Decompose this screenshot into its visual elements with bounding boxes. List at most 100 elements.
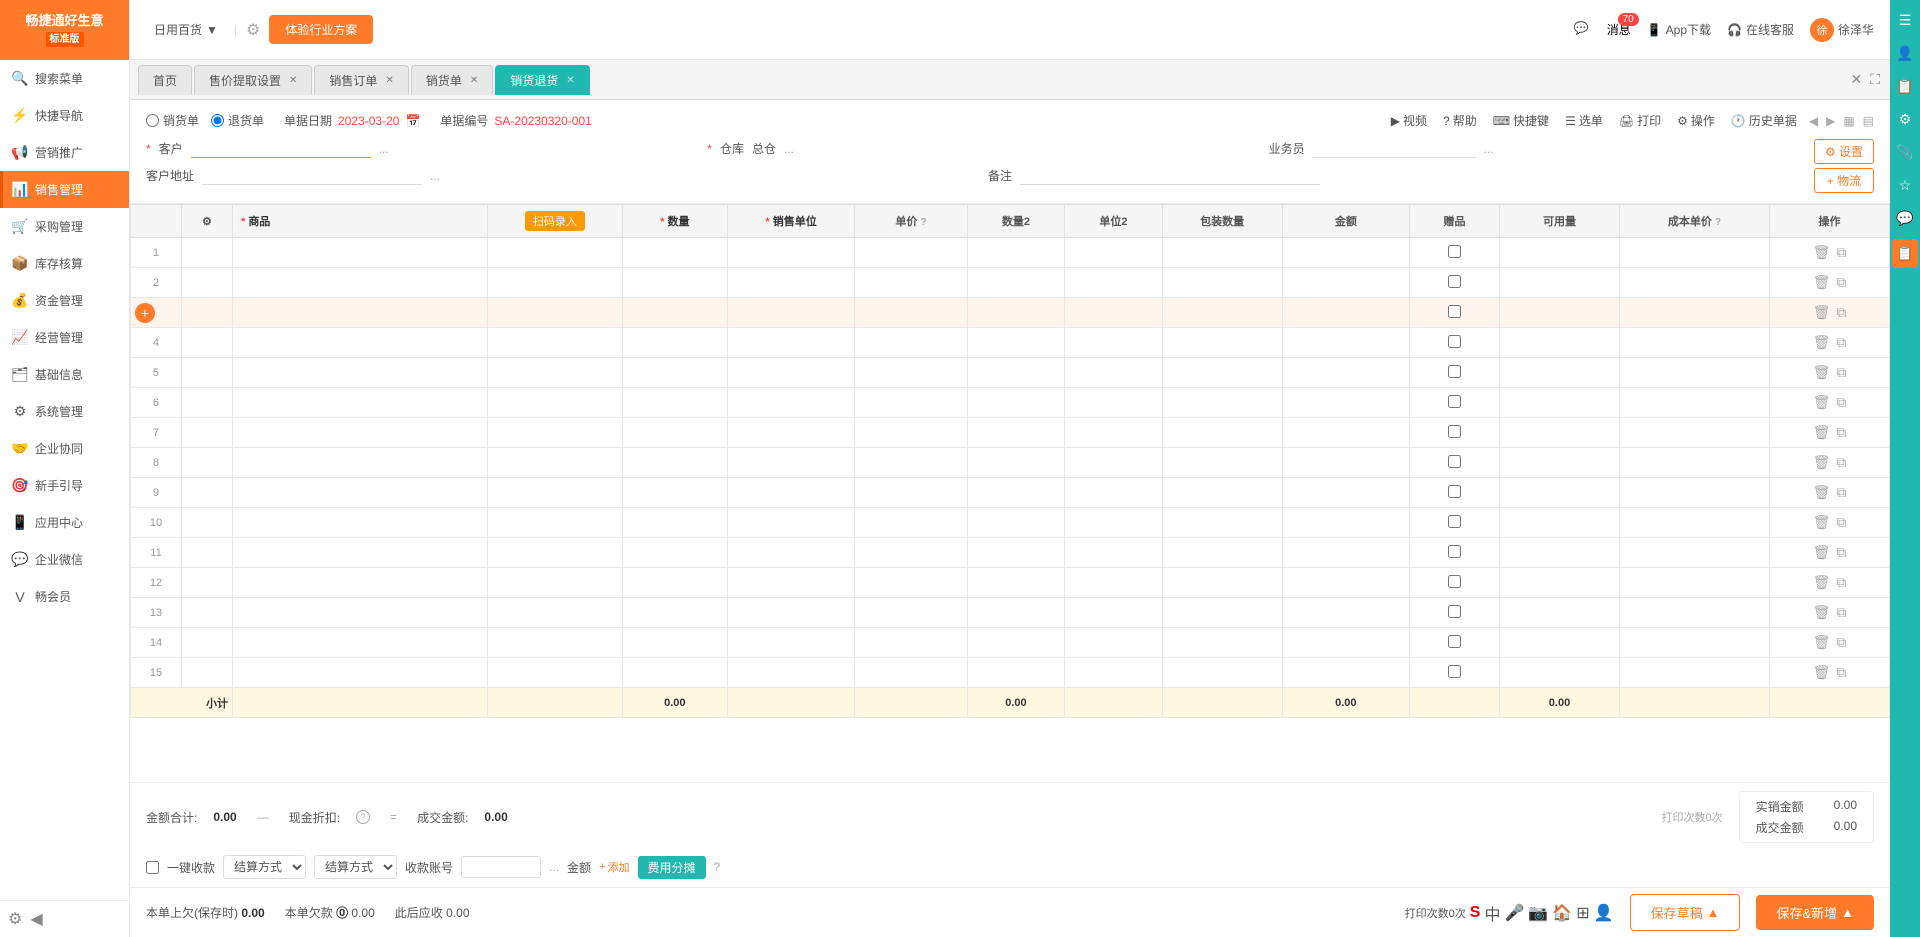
sidebar-item-marketing[interactable]: 📢 营销推广: [0, 134, 129, 171]
col-gear[interactable]: ⚙: [181, 205, 232, 238]
panel-icon-4[interactable]: ⚙: [1895, 107, 1916, 132]
delete-row-btn[interactable]: 🗑: [1812, 453, 1832, 472]
panel-icon-6[interactable]: ☆: [1895, 173, 1916, 198]
sidebar-item-purchase[interactable]: 🛒 采购管理: [0, 208, 129, 245]
radio-sales[interactable]: 销货单: [146, 112, 199, 129]
delete-row-btn[interactable]: 🗑: [1812, 243, 1832, 262]
customer-picker[interactable]: ...: [379, 142, 389, 156]
gift-checkbox[interactable]: [1448, 485, 1461, 498]
copy-row-btn[interactable]: ⧉: [1835, 633, 1847, 652]
gift-checkbox[interactable]: [1448, 275, 1461, 288]
maximize-btn[interactable]: ⛶: [1868, 69, 1882, 90]
radio-return[interactable]: 退货单: [211, 112, 264, 129]
fee-help-icon[interactable]: ?: [714, 860, 721, 874]
copy-row-btn[interactable]: ⧉: [1835, 423, 1847, 442]
nav-prev-icon[interactable]: ◀: [1809, 114, 1818, 128]
panel-icon-7[interactable]: 💬: [1892, 206, 1917, 231]
sidebar-item-inventory[interactable]: 📦 库存核算: [0, 245, 129, 282]
close-tab-btn[interactable]: ✕: [1848, 69, 1864, 90]
experience-btn[interactable]: 体验行业方案: [269, 15, 373, 44]
radio-return-input[interactable]: [211, 114, 224, 127]
select-btn[interactable]: ☰ 选单: [1561, 110, 1607, 131]
tab-close-icon[interactable]: ✕: [385, 75, 393, 86]
sidebar-item-newbie[interactable]: 🎯 新手引导: [0, 467, 129, 504]
help-btn[interactable]: ? 帮助: [1439, 110, 1481, 131]
delete-row-btn[interactable]: 🗑: [1812, 273, 1832, 292]
gift-checkbox[interactable]: [1448, 545, 1461, 558]
gift-checkbox[interactable]: [1448, 605, 1461, 618]
delete-row-btn[interactable]: 🗑: [1812, 633, 1832, 652]
gift-checkbox[interactable]: [1448, 425, 1461, 438]
calendar-icon[interactable]: 📅: [405, 114, 420, 128]
sidebar-item-enterprise[interactable]: 🤝 企业协同: [0, 430, 129, 467]
sidebar-item-basic[interactable]: 🗂 基础信息: [0, 356, 129, 393]
discount-info-icon[interactable]: ?: [356, 810, 370, 824]
collapse-icon[interactable]: ◀: [30, 909, 42, 929]
delete-row-btn[interactable]: 🗑: [1812, 663, 1832, 682]
delete-row-btn[interactable]: 🗑: [1812, 603, 1832, 622]
gift-checkbox[interactable]: [1448, 455, 1461, 468]
settlement-select[interactable]: 结算方式: [223, 855, 306, 879]
save-draft-btn[interactable]: 保存草稿 ▲: [1630, 894, 1741, 931]
operate-btn[interactable]: ⚙ 操作: [1673, 110, 1719, 131]
account-input[interactable]: [461, 856, 541, 878]
delete-row-btn[interactable]: 🗑: [1812, 483, 1832, 502]
copy-row-btn[interactable]: ⧉: [1835, 303, 1847, 322]
one-click-checkbox[interactable]: [146, 861, 159, 874]
tab-price-settings[interactable]: 售价提取设置 ✕: [194, 65, 312, 95]
tab-home[interactable]: 首页: [138, 65, 192, 95]
copy-row-btn[interactable]: ⧉: [1835, 363, 1847, 382]
fee-btn[interactable]: 费用分摊: [638, 856, 706, 879]
topbar-daily-goods[interactable]: 日用百货 ▼: [146, 17, 226, 42]
copy-row-btn[interactable]: ⧉: [1835, 603, 1847, 622]
copy-row-btn[interactable]: ⧉: [1835, 573, 1847, 592]
tab-close-icon[interactable]: ✕: [566, 75, 574, 86]
copy-row-btn[interactable]: ⧉: [1835, 663, 1847, 682]
gift-checkbox[interactable]: [1448, 635, 1461, 648]
grid-view-icon[interactable]: ▦: [1843, 114, 1854, 128]
mic-icon[interactable]: 🎤: [1504, 903, 1524, 923]
copy-row-btn[interactable]: ⧉: [1835, 483, 1847, 502]
gift-checkbox[interactable]: [1448, 305, 1461, 318]
sidebar-item-quick[interactable]: ⚡ 快捷导航: [0, 97, 129, 134]
sidebar-item-wechat[interactable]: 💬 企业微信: [0, 541, 129, 578]
panel-icon-8[interactable]: 📋: [1892, 239, 1917, 268]
qr-icon[interactable]: ⊞: [1576, 903, 1589, 923]
product-input[interactable]: [237, 307, 483, 319]
dots-picker[interactable]: ...: [549, 860, 559, 874]
gift-checkbox[interactable]: [1448, 575, 1461, 588]
panel-icon-5[interactable]: 📎: [1892, 140, 1917, 165]
panel-icon-1[interactable]: ☰: [1895, 8, 1916, 33]
panel-icon-2[interactable]: 👤: [1892, 41, 1917, 66]
sidebar-item-operations[interactable]: 📈 经营管理: [0, 319, 129, 356]
print-btn[interactable]: 🖨 打印: [1615, 110, 1665, 131]
print-btn-label[interactable]: 打印次数0次: [1405, 905, 1466, 921]
copy-row-btn[interactable]: ⧉: [1835, 273, 1847, 292]
calc-method-select[interactable]: 结算方式: [314, 855, 397, 879]
delete-row-btn[interactable]: 🗑: [1812, 303, 1832, 322]
person-icon[interactable]: 👤: [1594, 903, 1614, 923]
copy-row-btn[interactable]: ⧉: [1835, 393, 1847, 412]
gift-checkbox[interactable]: [1448, 245, 1461, 258]
copy-row-btn[interactable]: ⧉: [1835, 333, 1847, 352]
radio-sales-input[interactable]: [146, 114, 159, 127]
delete-row-btn[interactable]: 🗑: [1812, 573, 1832, 592]
copy-row-btn[interactable]: ⧉: [1835, 543, 1847, 562]
setup-btn[interactable]: ⚙ 设置: [1814, 139, 1874, 164]
customer-input[interactable]: [191, 139, 371, 158]
address-picker[interactable]: ...: [430, 169, 440, 183]
settings-gear-icon[interactable]: ⚙: [245, 19, 261, 41]
add-row-button[interactable]: +: [135, 303, 155, 323]
sidebar-item-finance[interactable]: 💰 资金管理: [0, 282, 129, 319]
delete-row-btn[interactable]: 🗑: [1812, 393, 1832, 412]
shortcut-btn[interactable]: ⌨ 快捷键: [1489, 110, 1553, 131]
delete-row-btn[interactable]: 🗑: [1812, 363, 1832, 382]
tab-sales-return[interactable]: 销货退货 ✕: [495, 65, 589, 95]
tab-sales-order[interactable]: 销售订单 ✕: [314, 65, 408, 95]
delete-row-btn[interactable]: 🗑: [1812, 513, 1832, 532]
warehouse-picker[interactable]: ...: [784, 142, 794, 156]
staff-input[interactable]: [1313, 139, 1476, 158]
tab-close-icon[interactable]: ✕: [289, 75, 297, 86]
gift-checkbox[interactable]: [1448, 335, 1461, 348]
add-payment-btn[interactable]: + 添加: [599, 859, 629, 875]
